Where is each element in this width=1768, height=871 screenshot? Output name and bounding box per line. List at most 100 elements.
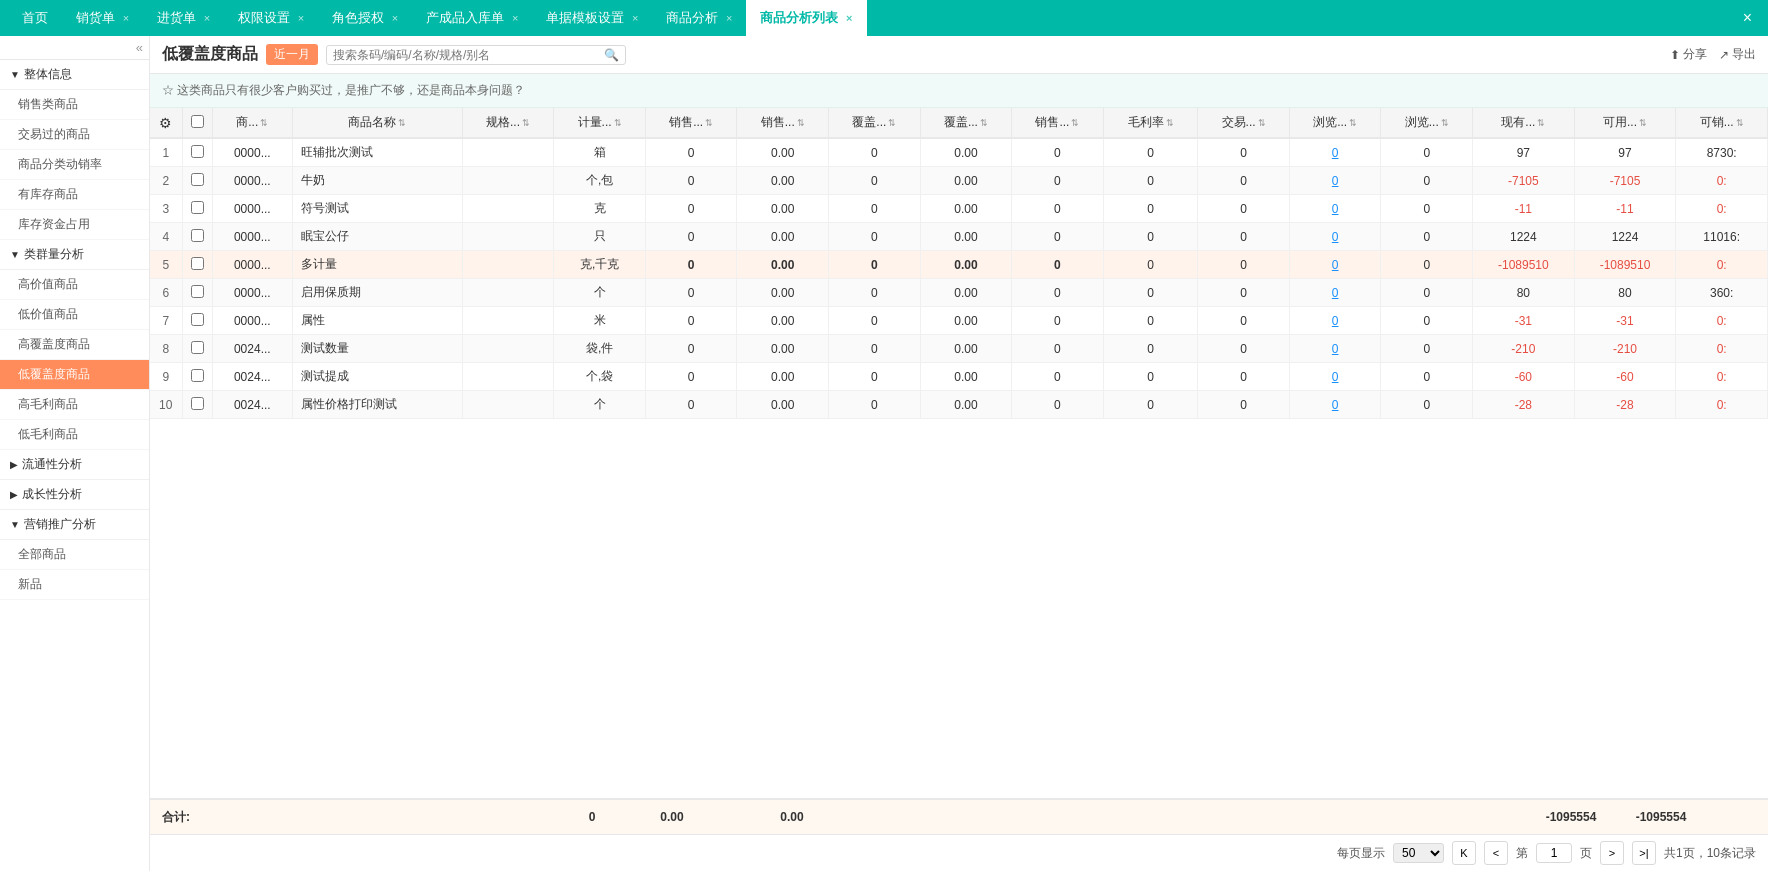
row-browse1[interactable]: 0 xyxy=(1289,251,1381,279)
row-browse1[interactable]: 0 xyxy=(1289,223,1381,251)
sidebar-item-high-value[interactable]: 高价值商品 xyxy=(0,270,149,300)
page-number-input[interactable] xyxy=(1536,843,1572,863)
browse-link[interactable]: 0 xyxy=(1332,146,1339,160)
row-select-checkbox[interactable] xyxy=(191,313,204,326)
row-checkbox[interactable] xyxy=(182,307,212,335)
nav-item-permissions[interactable]: 权限设置 × xyxy=(224,0,318,36)
row-browse1[interactable]: 0 xyxy=(1289,279,1381,307)
nav-item-roles[interactable]: 角色授权 × xyxy=(318,0,412,36)
row-select-checkbox[interactable] xyxy=(191,285,204,298)
row-select-checkbox[interactable] xyxy=(191,369,204,382)
browse-link[interactable]: 0 xyxy=(1332,202,1339,216)
close-icon[interactable]: × xyxy=(204,12,210,24)
close-icon[interactable]: × xyxy=(512,12,518,24)
browse-link[interactable]: 0 xyxy=(1332,342,1339,356)
col-available[interactable]: 可用...⇅ xyxy=(1574,108,1676,138)
row-select-checkbox[interactable] xyxy=(191,145,204,158)
close-icon[interactable]: × xyxy=(123,12,129,24)
sidebar-item-stock-fund[interactable]: 库存资金占用 xyxy=(0,210,149,240)
page-size-select[interactable]: 50 100 200 xyxy=(1393,843,1444,863)
search-icon[interactable]: 🔍 xyxy=(604,48,619,62)
nav-item-home[interactable]: 首页 xyxy=(8,0,62,36)
row-checkbox[interactable] xyxy=(182,391,212,419)
browse-link[interactable]: 0 xyxy=(1332,398,1339,412)
first-page-btn[interactable]: K xyxy=(1452,841,1476,865)
row-browse1[interactable]: 0 xyxy=(1289,307,1381,335)
sidebar-item-low-value[interactable]: 低价值商品 xyxy=(0,300,149,330)
sidebar-group-growth[interactable]: ▶ 成长性分析 xyxy=(0,480,149,510)
row-browse1[interactable]: 0 xyxy=(1289,195,1381,223)
row-select-checkbox[interactable] xyxy=(191,201,204,214)
sidebar-item-all-goods[interactable]: 全部商品 xyxy=(0,540,149,570)
nav-item-sales[interactable]: 销货单 × xyxy=(62,0,143,36)
period-button[interactable]: 近一月 xyxy=(266,44,318,65)
nav-item-production[interactable]: 产成品入库单 × xyxy=(412,0,532,36)
col-cover1[interactable]: 覆盖...⇅ xyxy=(829,108,921,138)
sidebar-item-sales-goods[interactable]: 销售类商品 xyxy=(0,90,149,120)
col-current[interactable]: 现有...⇅ xyxy=(1473,108,1575,138)
next-page-btn[interactable]: > xyxy=(1600,841,1624,865)
sidebar-item-stock-goods[interactable]: 有库存商品 xyxy=(0,180,149,210)
close-icon[interactable]: × xyxy=(632,12,638,24)
row-browse1[interactable]: 0 xyxy=(1289,335,1381,363)
row-checkbox[interactable] xyxy=(182,363,212,391)
row-select-checkbox[interactable] xyxy=(191,229,204,242)
row-select-checkbox[interactable] xyxy=(191,173,204,186)
nav-item-template[interactable]: 单据模板设置 × xyxy=(532,0,652,36)
row-checkbox[interactable] xyxy=(182,279,212,307)
last-page-btn[interactable]: >| xyxy=(1632,841,1656,865)
row-browse1[interactable]: 0 xyxy=(1289,167,1381,195)
browse-link[interactable]: 0 xyxy=(1332,286,1339,300)
settings-icon[interactable]: ⚙ xyxy=(159,115,172,131)
nav-item-analysis-list[interactable]: 商品分析列表 × xyxy=(746,0,866,36)
sidebar-item-low-margin[interactable]: 低毛利商品 xyxy=(0,420,149,450)
row-browse1[interactable]: 0 xyxy=(1289,391,1381,419)
row-browse1[interactable]: 0 xyxy=(1289,363,1381,391)
nav-item-analysis[interactable]: 商品分析 × xyxy=(652,0,746,36)
export-button[interactable]: ↗ 导出 xyxy=(1719,46,1756,63)
col-settings[interactable]: ⚙ xyxy=(150,108,182,138)
browse-link[interactable]: 0 xyxy=(1332,230,1339,244)
share-button[interactable]: ⬆ 分享 xyxy=(1670,46,1707,63)
col-sales3[interactable]: 销售...⇅ xyxy=(1012,108,1104,138)
row-checkbox[interactable] xyxy=(182,138,212,167)
row-browse1[interactable]: 0 xyxy=(1289,138,1381,167)
col-spec[interactable]: 规格...⇅ xyxy=(462,108,554,138)
row-checkbox[interactable] xyxy=(182,167,212,195)
row-checkbox[interactable] xyxy=(182,251,212,279)
browse-link[interactable]: 0 xyxy=(1332,370,1339,384)
col-gross-margin[interactable]: 毛利率⇅ xyxy=(1103,108,1198,138)
col-sales-count[interactable]: 销售...⇅ xyxy=(645,108,737,138)
sidebar-group-circulation[interactable]: ▶ 流通性分析 xyxy=(0,450,149,480)
sidebar-item-traded-goods[interactable]: 交易过的商品 xyxy=(0,120,149,150)
close-icon[interactable]: × xyxy=(298,12,304,24)
row-select-checkbox[interactable] xyxy=(191,397,204,410)
row-select-checkbox[interactable] xyxy=(191,257,204,270)
sidebar-group-cluster[interactable]: ▼ 类群量分析 xyxy=(0,240,149,270)
col-cover2[interactable]: 覆盖...⇅ xyxy=(920,108,1012,138)
row-checkbox[interactable] xyxy=(182,195,212,223)
prev-page-btn[interactable]: < xyxy=(1484,841,1508,865)
browse-link[interactable]: 0 xyxy=(1332,314,1339,328)
close-icon[interactable]: × xyxy=(726,12,732,24)
sidebar-item-new-goods[interactable]: 新品 xyxy=(0,570,149,600)
sidebar-item-category-rate[interactable]: 商品分类动销率 xyxy=(0,150,149,180)
col-code[interactable]: 商...⇅ xyxy=(212,108,293,138)
global-close-button[interactable]: × xyxy=(1735,9,1760,27)
sidebar-item-low-coverage[interactable]: 低覆盖度商品 xyxy=(0,360,149,390)
sidebar-group-overall[interactable]: ▼ 整体信息 xyxy=(0,60,149,90)
sidebar-collapse-btn[interactable]: « xyxy=(136,40,143,55)
sidebar-group-marketing[interactable]: ▼ 营销推广分析 xyxy=(0,510,149,540)
col-unit[interactable]: 计量...⇅ xyxy=(554,108,646,138)
col-transaction[interactable]: 交易...⇅ xyxy=(1198,108,1290,138)
close-icon[interactable]: × xyxy=(846,12,852,24)
browse-link[interactable]: 0 xyxy=(1332,258,1339,272)
row-select-checkbox[interactable] xyxy=(191,341,204,354)
col-browse1[interactable]: 浏览...⇅ xyxy=(1289,108,1381,138)
row-checkbox[interactable] xyxy=(182,335,212,363)
sidebar-item-high-coverage[interactable]: 高覆盖度商品 xyxy=(0,330,149,360)
col-salable[interactable]: 可销...⇅ xyxy=(1676,108,1768,138)
col-browse2[interactable]: 浏览...⇅ xyxy=(1381,108,1473,138)
col-sales-amount[interactable]: 销售...⇅ xyxy=(737,108,829,138)
search-input[interactable] xyxy=(333,48,600,62)
